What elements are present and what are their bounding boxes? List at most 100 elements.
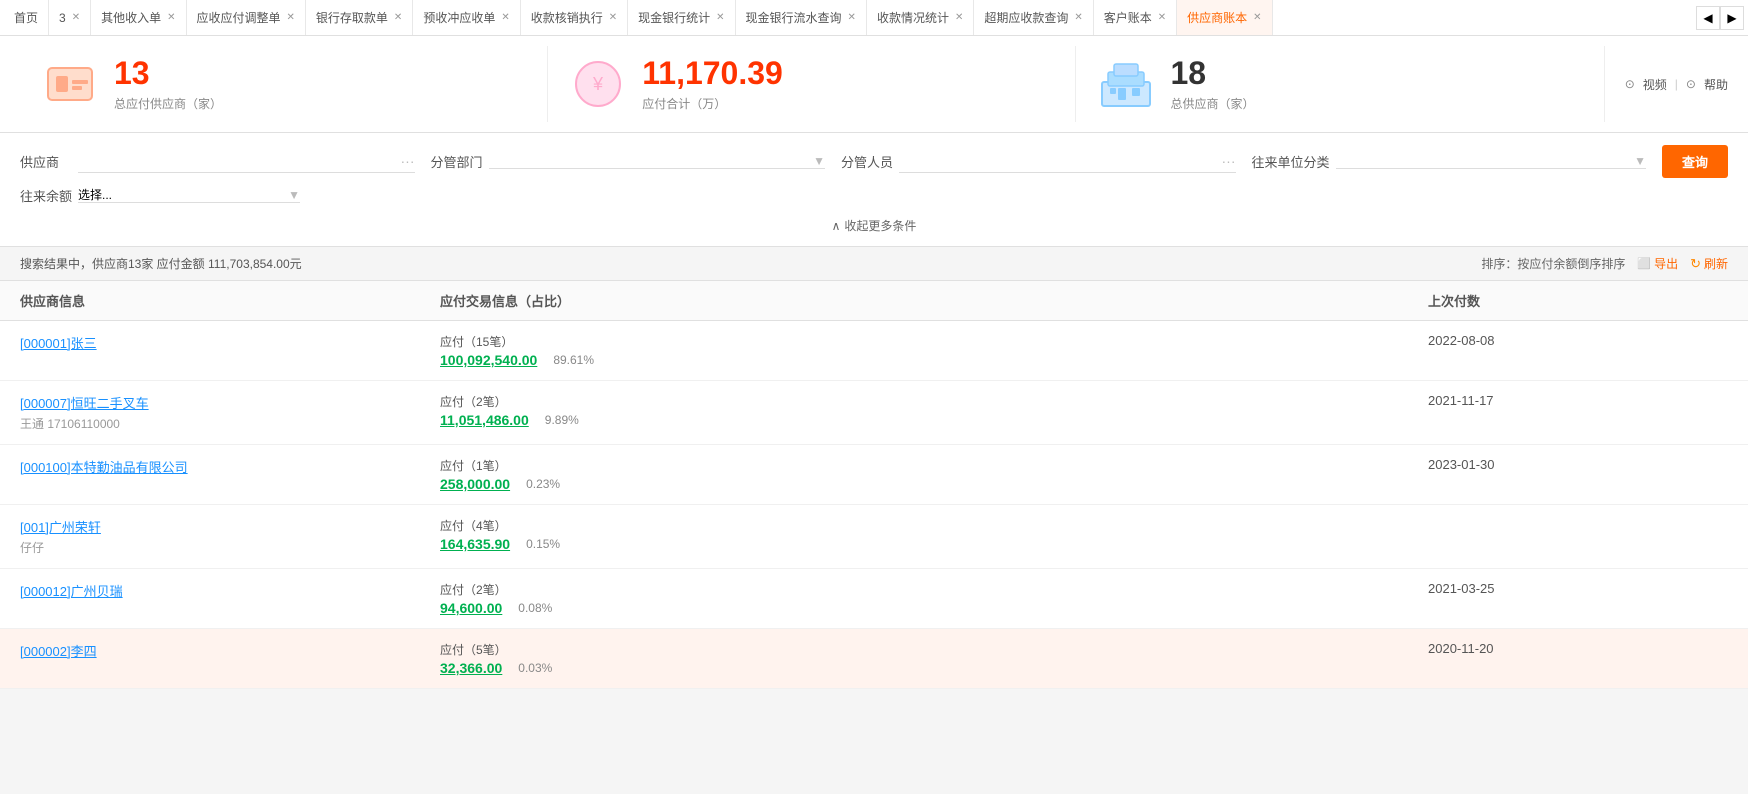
txn-info-5: 应付（5笔） 32,366.00 0.03% [440,641,1428,676]
supplier-link-3[interactable]: [001]广州荣轩 [20,517,440,536]
person-input-dots[interactable]: ··· [1222,153,1236,169]
txn-amount-2[interactable]: 258,000.00 [440,476,510,492]
person-input-wrap: ··· [899,150,1235,173]
collapse-label: 收起更多条件 [844,217,916,234]
nav-tab-adjust-label: 应收应付调整单 [197,9,281,26]
supplier-contact-3: 仔仔 [20,539,440,556]
supplier-input[interactable] [78,150,401,172]
supplier-input-wrap: ··· [78,150,415,173]
txn-amount-3[interactable]: 164,635.90 [440,536,510,552]
payable-suppliers-icon [40,54,100,114]
nav-tab-bank-close[interactable]: ✕ [394,12,402,23]
person-input[interactable] [899,150,1221,172]
sort-label[interactable]: 排序：按应付余额倒序排序 [1481,255,1625,272]
nav-tab-prepay[interactable]: 预收冲应收单 ✕ [413,0,520,36]
query-button[interactable]: 查询 [1662,145,1728,178]
txn-row-1: 11,051,486.00 9.89% [440,412,1428,428]
supplier-filter: 供应商 ··· [20,150,415,173]
nav-tab-custbook[interactable]: 客户账本 ✕ [1094,0,1177,36]
nav-tab-suppbook[interactable]: 供应商账本 ✕ [1177,0,1272,36]
nav-tab-income[interactable]: 其他收入单 ✕ [91,0,186,36]
col-header-transaction: 应付交易信息（占比） [440,291,1428,310]
nav-tab-cashflow[interactable]: 现金银行流水查询 ✕ [736,0,867,36]
balance-select[interactable]: 选择... [78,188,284,202]
svg-text:¥: ¥ [592,74,604,94]
txn-row-5: 32,366.00 0.03% [440,660,1428,676]
txn-row-0: 100,092,540.00 89.61% [440,352,1428,368]
payable-suppliers-count: 13 [114,56,222,91]
supplier-contact-1: 王通 17106110000 [20,415,440,432]
nav-tab-cashflow-label: 现金银行流水查询 [746,9,842,26]
nav-tab-custbook-label: 客户账本 [1104,9,1152,26]
category-dropdown-icon: ▼ [1634,154,1646,168]
nav-tab-verify-label: 收款核销执行 [531,9,603,26]
category-filter-label: 往来单位分类 [1252,152,1330,171]
nav-tab-income-close[interactable]: ✕ [167,12,175,23]
category-select[interactable] [1336,154,1631,168]
last-pay-4: 2021-03-25 [1428,581,1728,596]
nav-next-button[interactable]: ▶ [1720,6,1744,30]
txn-pct-4: 0.08% [518,601,552,615]
dept-filter-label: 分管部门 [431,152,483,171]
supplier-link-0[interactable]: [000001]张三 [20,333,440,352]
nav-tab-3-close[interactable]: ✕ [72,12,80,23]
last-pay-2: 2023-01-30 [1428,457,1728,472]
collapse-button[interactable]: ∧ 收起更多条件 [832,213,917,238]
refresh-button[interactable]: 刷新 [1690,255,1728,272]
table-row: [000007]恒旺二手叉车 王通 17106110000 应付（2笔） 11,… [0,381,1748,445]
nav-tab-prepay-close[interactable]: ✕ [501,12,509,23]
nav-tab-recvstat[interactable]: 收款情况统计 ✕ [867,0,974,36]
filter-row-2: 往来余额 选择... ▼ [20,186,1728,205]
nav-tab-overdue[interactable]: 超期应收款查询 ✕ [974,0,1093,36]
txn-amount-0[interactable]: 100,092,540.00 [440,352,537,368]
total-suppliers-icon [1096,54,1156,114]
video-link[interactable]: 视频 [1643,76,1667,93]
supplier-info-1: [000007]恒旺二手叉车 王通 17106110000 [20,393,440,432]
nav-tab-overdue-close[interactable]: ✕ [1074,12,1082,23]
nav-tab-recvstat-close[interactable]: ✕ [955,12,963,23]
nav-tab-cashstat[interactable]: 现金银行统计 ✕ [628,0,735,36]
nav-tab-adjust-close[interactable]: ✕ [287,12,295,23]
supplier-input-dots[interactable]: ··· [401,153,415,169]
table-row: [000012]广州贝瑞 应付（2笔） 94,600.00 0.08% 2021… [0,569,1748,629]
category-select-wrap: ▼ [1336,154,1646,169]
nav-arrows: ◀ ▶ [1696,6,1744,30]
txn-info-4: 应付（2笔） 94,600.00 0.08% [440,581,1428,616]
nav-tab-cashflow-close[interactable]: ✕ [848,12,856,23]
supplier-link-4[interactable]: [000012]广州贝瑞 [20,581,440,600]
top-right-links: ⊙ 视频 | ⊙ 帮助 [1605,46,1728,122]
total-suppliers-count: 18 [1170,56,1254,91]
nav-tab-cashstat-close[interactable]: ✕ [716,12,724,23]
summary-card2-text: 11,170.39 应付合计（万） [642,56,783,112]
balance-select-wrap: 选择... ▼ [78,188,300,203]
txn-info-3: 应付（4笔） 164,635.90 0.15% [440,517,1428,552]
person-filter: 分管人员 ··· [841,150,1236,173]
nav-tab-home[interactable]: 首页 [4,0,49,36]
txn-amount-5[interactable]: 32,366.00 [440,660,502,676]
nav-tab-verify-close[interactable]: ✕ [609,12,617,23]
txn-amount-4[interactable]: 94,600.00 [440,600,502,616]
nav-tab-bank-label: 银行存取款单 [316,9,388,26]
category-filter: 往来单位分类 ▼ [1252,152,1647,171]
nav-tab-custbook-close[interactable]: ✕ [1158,12,1166,23]
nav-tab-verify[interactable]: 收款核销执行 ✕ [521,0,628,36]
txn-label-1: 应付（2笔） [440,393,1428,410]
txn-pct-5: 0.03% [518,661,552,675]
export-button[interactable]: 导出 [1637,255,1678,272]
dept-filter: 分管部门 ▼ [431,152,826,171]
supplier-link-5[interactable]: [000002]李四 [20,641,440,660]
dept-select[interactable] [489,154,810,168]
nav-prev-button[interactable]: ◀ [1696,6,1720,30]
txn-pct-3: 0.15% [526,537,560,551]
help-link[interactable]: 帮助 [1704,76,1728,93]
table-row: [000002]李四 应付（5笔） 32,366.00 0.03% 2020-1… [0,629,1748,689]
nav-tab-bank[interactable]: 银行存取款单 ✕ [306,0,413,36]
nav-tab-3[interactable]: 3 ✕ [49,0,91,36]
txn-amount-1[interactable]: 11,051,486.00 [440,412,529,428]
results-bar: 搜索结果中，供应商13家 应付金额 111,703,854.00元 排序：按应付… [0,247,1748,281]
nav-tab-suppbook-close[interactable]: ✕ [1253,12,1261,23]
supplier-link-1[interactable]: [000007]恒旺二手叉车 [20,393,440,412]
nav-tab-adjust[interactable]: 应收应付调整单 ✕ [187,0,306,36]
supplier-link-2[interactable]: [000100]本特勤油品有限公司 [20,457,440,476]
txn-pct-1: 9.89% [545,413,579,427]
